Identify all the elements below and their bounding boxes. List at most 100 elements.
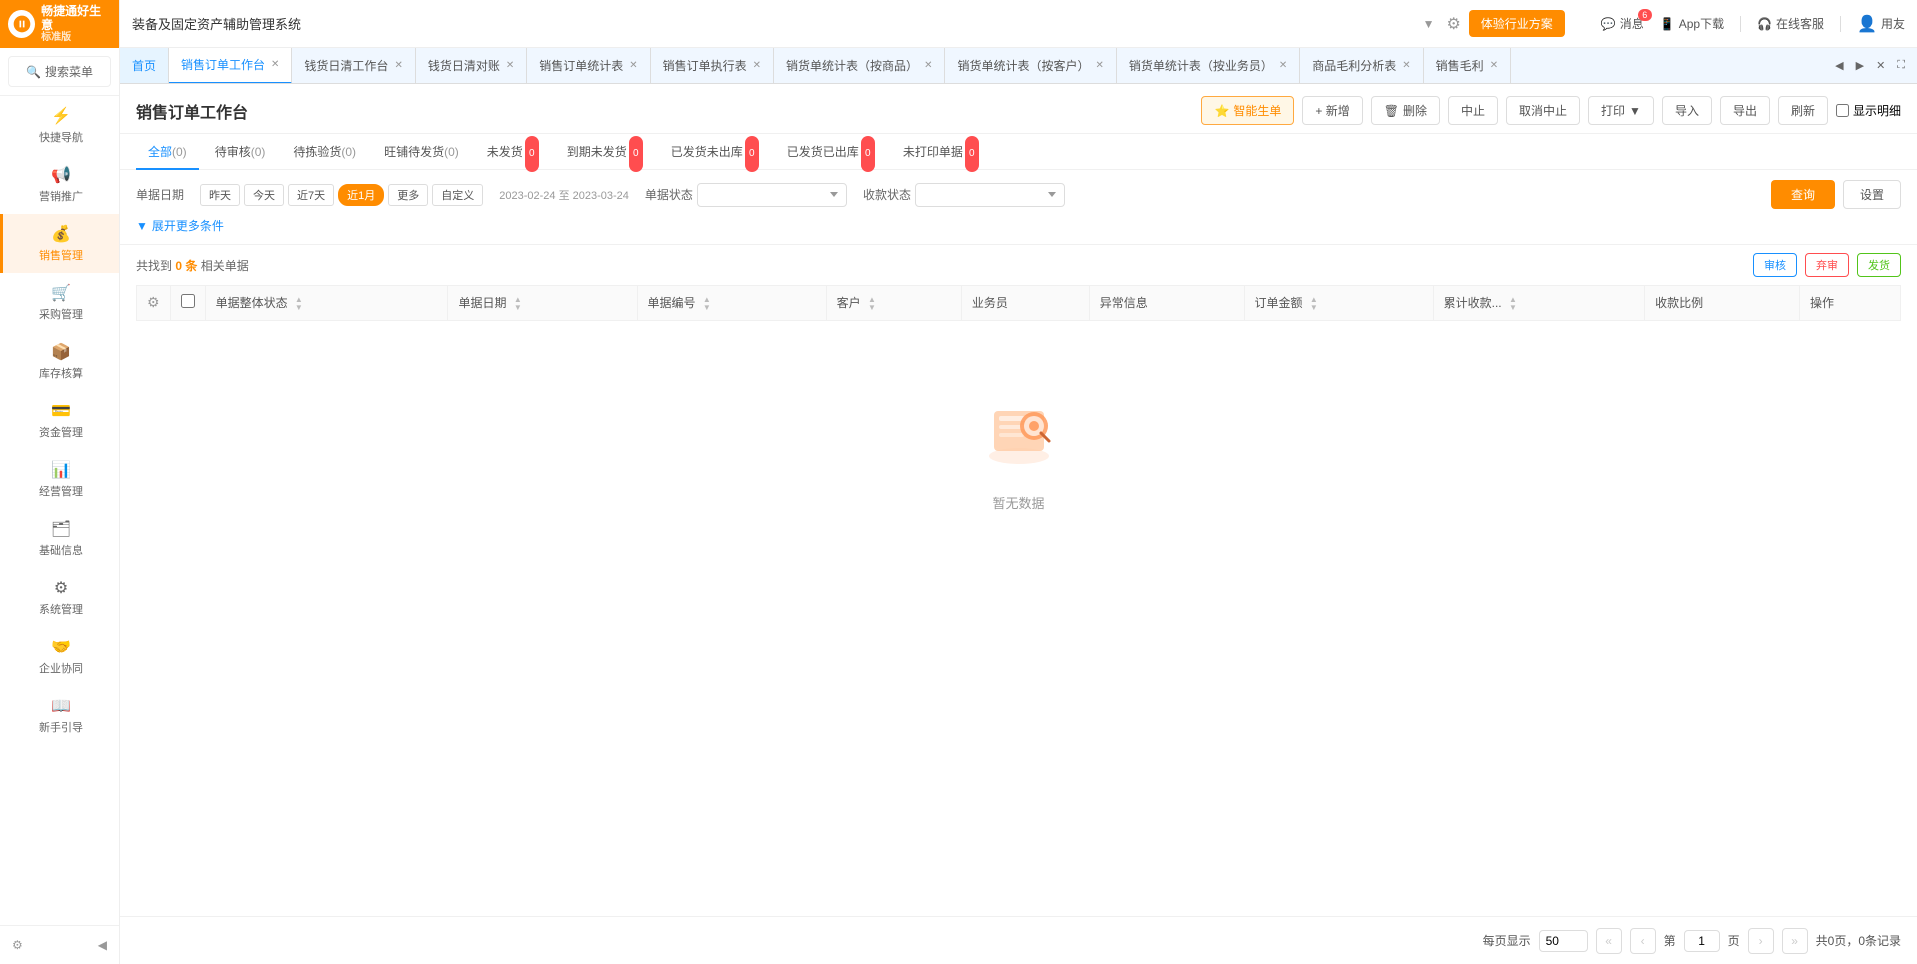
page-input[interactable]	[1684, 930, 1720, 952]
tab-sales-workbench[interactable]: 销售订单工作台✕	[169, 48, 292, 84]
sub-tab-wangpu-delivery[interactable]: 旺铺待发货(0)	[372, 134, 471, 170]
import-btn[interactable]: 导入	[1662, 96, 1712, 125]
sub-tab-badge-shipped-warehouse: 0	[861, 136, 875, 172]
date-btn-last1month[interactable]: 近1月	[338, 184, 384, 206]
tab-bar: 首页销售订单工作台✕钱货日清工作台✕钱货日清对账✕销售订单统计表✕销售订单执行表…	[120, 48, 1917, 84]
sidebar-item-marketing[interactable]: 📢 营销推广	[0, 155, 119, 214]
tab-prev-btn[interactable]: ◀	[1831, 57, 1847, 74]
sidebar-item-quick-nav[interactable]: ⚡ 快捷导航	[0, 96, 119, 155]
status-filter-select[interactable]	[697, 183, 847, 207]
sort-icon-number[interactable]: ▲▼	[703, 296, 711, 312]
user-action[interactable]: 👤 用友	[1857, 14, 1905, 34]
sidebar-item-guide[interactable]: 📖 新手引导	[0, 686, 119, 745]
sidebar-item-basic[interactable]: 🗂 基础信息	[0, 509, 119, 568]
tab-sales-profit[interactable]: 销售毛利✕	[1424, 48, 1511, 84]
pagination-prev-btn[interactable]: ‹	[1630, 928, 1656, 954]
refresh-btn[interactable]: 刷新	[1778, 96, 1828, 125]
expand-conditions-btn[interactable]: ▼ 展开更多条件	[136, 217, 224, 234]
app-download-action[interactable]: 📱 App下载	[1660, 15, 1724, 32]
sidebar-item-inventory[interactable]: 📦 库存核算	[0, 332, 119, 391]
bulk-dismiss-btn[interactable]: 弃审	[1805, 253, 1849, 277]
tab-close-sales-stat-staff[interactable]: ✕	[1279, 61, 1287, 71]
select-all-checkbox[interactable]	[181, 294, 195, 308]
sidebar-item-system[interactable]: ⚙ 系统管理	[0, 568, 119, 627]
filter-settings-btn[interactable]: 设置	[1843, 180, 1901, 209]
pagination-first-btn[interactable]: «	[1596, 928, 1622, 954]
tab-sales-stat-product[interactable]: 销货单统计表（按商品）✕	[774, 48, 945, 84]
tab-close-cash-daily[interactable]: ✕	[394, 61, 402, 71]
bulk-audit-btn[interactable]: 审核	[1753, 253, 1797, 277]
date-btn-today[interactable]: 今天	[244, 184, 284, 206]
sub-tab-pending-review[interactable]: 待审核(0)	[203, 134, 278, 170]
sidebar-item-finance[interactable]: 💳 资金管理	[0, 391, 119, 450]
sub-tab-overdue-not-shipped[interactable]: 到期未发货0	[555, 134, 655, 170]
headset-icon: 🎧	[1757, 17, 1772, 31]
sort-icon-amount[interactable]: ▲▼	[1310, 296, 1318, 312]
tab-close-cash-reconcile[interactable]: ✕	[506, 61, 514, 71]
sub-tab-not-shipped[interactable]: 未发货0	[475, 134, 551, 170]
tab-cash-daily[interactable]: 钱货日清工作台✕	[292, 48, 415, 84]
date-btn-yesterday[interactable]: 昨天	[200, 184, 240, 206]
add-btn[interactable]: + 新增	[1302, 96, 1362, 125]
tab-close-all-btn[interactable]: ✕	[1872, 57, 1889, 74]
sort-icon-received[interactable]: ▲▼	[1509, 296, 1517, 312]
tab-close-sales-workbench[interactable]: ✕	[271, 60, 279, 70]
tab-sales-stats[interactable]: 销售订单统计表✕	[527, 48, 650, 84]
pagination-last-btn[interactable]: »	[1782, 928, 1808, 954]
sort-icon-date[interactable]: ▲▼	[514, 296, 522, 312]
sort-icon-customer[interactable]: ▲▼	[868, 296, 876, 312]
date-btn-more[interactable]: 更多	[388, 184, 428, 206]
tab-cash-reconcile[interactable]: 钱货日清对账✕	[416, 48, 527, 84]
bulk-ship-btn[interactable]: 发货	[1857, 253, 1901, 277]
tab-sales-stat-customer[interactable]: 销货单统计表（按客户）✕	[945, 48, 1116, 84]
tab-sales-stat-staff[interactable]: 销货单统计表（按业务员）✕	[1117, 48, 1300, 84]
tab-gross-profit[interactable]: 商品毛利分析表✕	[1300, 48, 1423, 84]
online-service-action[interactable]: 🎧 在线客服	[1757, 15, 1824, 32]
page-content: 销售订单工作台 ⭐ 智能生单 + 新增 🗑 删除 中止 取消中止 打印 ▼	[120, 84, 1917, 964]
tab-close-sales-stats[interactable]: ✕	[629, 61, 637, 71]
main-content: 装备及固定资产辅助管理系统 ▼ ⚙ 体验行业方案 💬 消息 6 📱 App下载 …	[120, 0, 1917, 964]
sub-tab-pending-check[interactable]: 待拣验货(0)	[281, 134, 368, 170]
sidebar-item-enterprise[interactable]: 🤝 企业协同	[0, 627, 119, 686]
header-dropdown-icon[interactable]: ▼	[1423, 17, 1435, 31]
search-menu-button[interactable]: 🔍 搜索菜单	[8, 56, 111, 87]
sub-tab-shipped-warehouse[interactable]: 已发货已出库0	[775, 134, 887, 170]
per-page-select[interactable]: 50 10 20 100	[1539, 930, 1588, 952]
query-btn[interactable]: 查询	[1771, 180, 1835, 209]
tab-sales-exec[interactable]: 销售订单执行表✕	[651, 48, 774, 84]
delete-btn[interactable]: 🗑 删除	[1371, 96, 1440, 125]
sidebar-settings-btn[interactable]: ⚙	[8, 934, 27, 956]
header-settings-icon[interactable]: ⚙	[1446, 14, 1460, 34]
sub-tab-shipped-not-warehouse[interactable]: 已发货未出库0	[659, 134, 771, 170]
column-settings-icon[interactable]: ⚙	[147, 294, 160, 310]
tab-close-gross-profit[interactable]: ✕	[1402, 61, 1410, 71]
message-action[interactable]: 💬 消息 6	[1601, 15, 1644, 32]
export-btn[interactable]: 导出	[1720, 96, 1770, 125]
sidebar-item-purchase[interactable]: 🛒 采购管理	[0, 273, 119, 332]
tab-home[interactable]: 首页	[120, 48, 169, 84]
date-btn-last7[interactable]: 近7天	[288, 184, 334, 206]
sort-icon-status[interactable]: ▲▼	[295, 296, 303, 312]
sub-tab-not-printed[interactable]: 未打印单据0	[891, 134, 991, 170]
date-btn-custom[interactable]: 自定义	[432, 184, 483, 206]
show-detail-checkbox[interactable]	[1836, 104, 1849, 117]
print-btn[interactable]: 打印 ▼	[1588, 96, 1654, 125]
payment-filter-select[interactable]	[915, 183, 1065, 207]
pagination-next-btn[interactable]: ›	[1748, 928, 1774, 954]
cancel-stop-btn[interactable]: 取消中止	[1506, 96, 1580, 125]
sidebar-item-sales[interactable]: 💰 销售管理	[0, 214, 119, 273]
sidebar-item-business[interactable]: 📊 经营管理	[0, 450, 119, 509]
tab-maximize-btn[interactable]: ⛶	[1893, 57, 1909, 74]
industry-solution-btn[interactable]: 体验行业方案	[1469, 10, 1565, 37]
sidebar-collapse-btn[interactable]: ◀	[94, 934, 111, 956]
show-detail-checkbox-area[interactable]: 显示明细	[1836, 102, 1901, 119]
smart-generate-btn[interactable]: ⭐ 智能生单	[1201, 96, 1294, 125]
sub-tab-all[interactable]: 全部(0)	[136, 134, 199, 170]
tab-close-sales-exec[interactable]: ✕	[753, 61, 761, 71]
tab-next-btn[interactable]: ▶	[1852, 57, 1868, 74]
tab-close-sales-stat-customer[interactable]: ✕	[1095, 61, 1103, 71]
tab-close-sales-profit[interactable]: ✕	[1490, 61, 1498, 71]
table-head: ⚙ 单据整体状态 ▲▼ 单据日期 ▲▼	[137, 286, 1901, 321]
tab-close-sales-stat-product[interactable]: ✕	[924, 61, 932, 71]
stop-btn[interactable]: 中止	[1448, 96, 1498, 125]
